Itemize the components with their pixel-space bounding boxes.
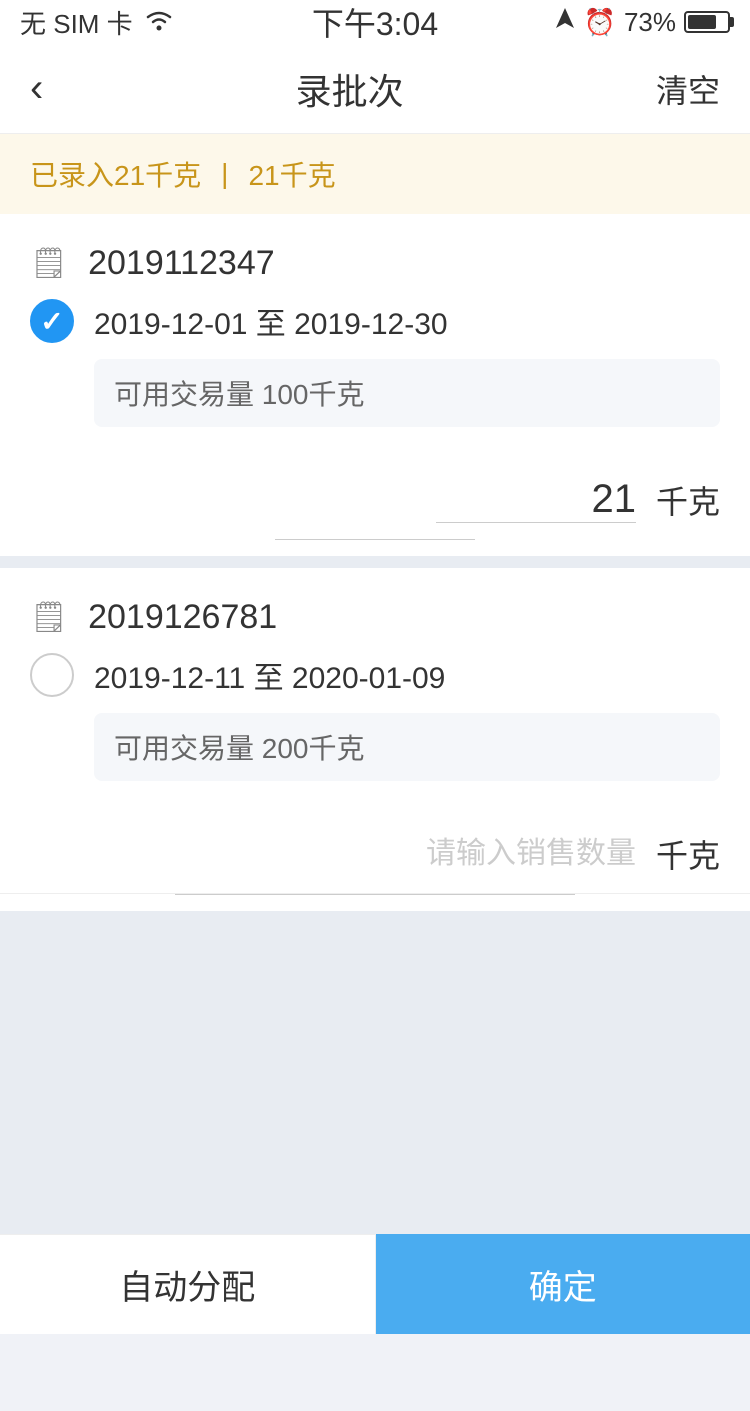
clear-button[interactable]: 清空 — [656, 66, 720, 112]
auto-distribute-button[interactable]: 自动分配 — [0, 1234, 376, 1334]
batch-number-2: 🗒 2019126781 — [30, 598, 720, 637]
doc-icon-1: 🗒 — [30, 246, 68, 281]
batch-card-1: 🗒 2019112347 2019-12-01 至 2019-12-30 可用交… — [0, 214, 750, 457]
info-divider: | — [221, 158, 228, 190]
info-bar: 已录入21千克 | 21千克 — [0, 134, 750, 214]
confirm-button[interactable]: 确定 — [376, 1234, 750, 1334]
section-divider — [0, 556, 750, 568]
doc-icon-2: 🗒 — [30, 600, 68, 635]
available-qty-1: 可用交易量 100千克 — [94, 359, 720, 427]
status-left: 无 SIM 卡 — [20, 4, 175, 41]
bottom-bar: 自动分配 确定 — [0, 1234, 750, 1334]
amount-row-1: 千克 — [0, 457, 750, 539]
qty-input-2[interactable] — [30, 837, 636, 871]
nav-title: 录批次 — [296, 63, 404, 115]
radio-1[interactable] — [30, 299, 74, 343]
batch-no-2-text: 2019126781 — [88, 598, 277, 637]
carrier-text: 无 SIM 卡 — [20, 4, 133, 41]
batch-row-1[interactable]: 2019-12-01 至 2019-12-30 — [30, 299, 720, 343]
unit-label-2: 千克 — [656, 831, 720, 877]
input-row-2: 千克 — [0, 811, 750, 894]
back-button[interactable]: ‹ — [30, 66, 43, 111]
radio-2[interactable] — [30, 653, 74, 697]
input-underline-2 — [175, 894, 575, 895]
status-time: 下午3:04 — [312, 0, 438, 45]
amount-underline-1 — [275, 539, 475, 540]
status-bar: 无 SIM 卡 下午3:04 ⏰ 73% — [0, 0, 750, 44]
batch-no-1-text: 2019112347 — [88, 244, 275, 283]
recorded-amount: 已录入21千克 — [30, 154, 201, 194]
date-range-1: 2019-12-01 至 2019-12-30 — [94, 299, 448, 343]
date-range-2: 2019-12-11 至 2020-01-09 — [94, 653, 445, 697]
batch-card-2: 🗒 2019126781 2019-12-11 至 2020-01-09 可用交… — [0, 568, 750, 811]
battery-icon — [684, 11, 730, 33]
batch-row-2[interactable]: 2019-12-11 至 2020-01-09 — [30, 653, 720, 697]
batch-number-1: 🗒 2019112347 — [30, 244, 720, 283]
amount-input-1[interactable] — [436, 477, 636, 523]
status-right: ⏰ 73% — [554, 6, 730, 39]
amount-unit-1: 千克 — [656, 477, 720, 523]
available-qty-2: 可用交易量 200千克 — [94, 713, 720, 781]
alarm-icon: ⏰ — [584, 7, 616, 38]
wifi-icon — [143, 5, 175, 40]
total-amount: 21千克 — [248, 154, 335, 194]
location-icon — [554, 6, 576, 39]
nav-bar: ‹ 录批次 清空 — [0, 44, 750, 134]
battery-percent: 73% — [624, 7, 676, 38]
